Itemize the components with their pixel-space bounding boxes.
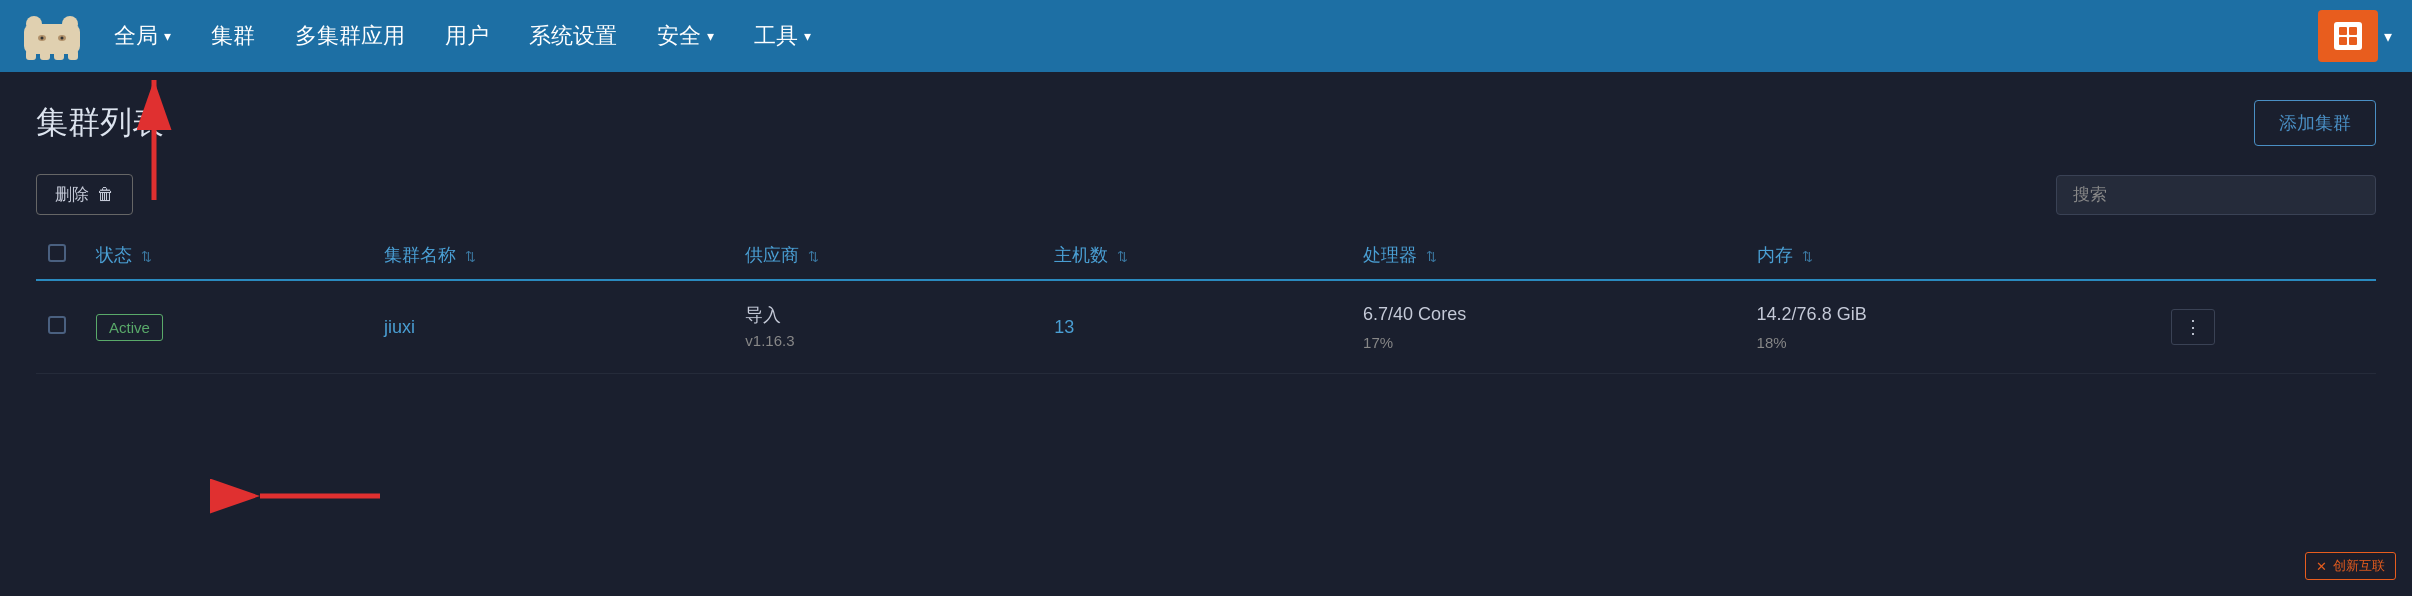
nav-item-系统设置[interactable]: 系统设置: [509, 15, 637, 57]
col-actions: [2155, 231, 2376, 280]
host-count[interactable]: 13: [1054, 317, 1074, 337]
trash-icon: 🗑: [97, 185, 114, 205]
sort-status-icon[interactable]: ⇅: [141, 249, 152, 264]
delete-button[interactable]: 删除 🗑: [36, 174, 133, 215]
table-body: Active jiuxi 导入 v1.16.3 13 6.7/40 Cores …: [36, 280, 2376, 374]
nav-item-多集群应用[interactable]: 多集群应用: [275, 15, 425, 57]
svg-point-2: [62, 16, 78, 32]
search-input[interactable]: [2056, 175, 2376, 215]
svg-point-6: [61, 37, 64, 40]
user-avatar-button[interactable]: [2318, 10, 2378, 62]
action-cell: ⋮: [2155, 280, 2376, 374]
chevron-down-icon: ▾: [707, 28, 714, 44]
sort-name-icon[interactable]: ⇅: [465, 249, 476, 264]
svg-point-1: [26, 16, 42, 32]
add-cluster-button[interactable]: 添加集群: [2254, 100, 2376, 146]
status-cell: Active: [80, 280, 368, 374]
svg-rect-14: [2339, 37, 2347, 45]
provider-version: v1.16.3: [745, 329, 1022, 353]
sort-cpu-icon[interactable]: ⇅: [1426, 249, 1437, 264]
svg-rect-12: [2339, 27, 2347, 35]
svg-point-5: [41, 37, 44, 40]
svg-rect-10: [54, 50, 64, 60]
mem-cell: 14.2/76.8 GiB 18%: [1741, 280, 2155, 374]
svg-rect-13: [2349, 27, 2357, 35]
nav-item-安全[interactable]: 安全▾: [637, 15, 734, 57]
sort-mem-icon[interactable]: ⇅: [1802, 249, 1813, 264]
cluster-name-link[interactable]: jiuxi: [384, 317, 415, 337]
row-action-button[interactable]: ⋮: [2171, 309, 2215, 345]
col-cluster-name: 集群名称 ⇅: [368, 231, 729, 280]
mem-percent: 18%: [1757, 330, 2139, 356]
name-cell: jiuxi: [368, 280, 729, 374]
sort-provider-icon[interactable]: ⇅: [808, 249, 819, 264]
svg-rect-8: [68, 50, 78, 60]
watermark-icon: ✕: [2316, 559, 2327, 574]
nav-item-用户[interactable]: 用户: [425, 15, 509, 57]
cluster-table: 状态 ⇅ 集群名称 ⇅ 供应商 ⇅ 主机数 ⇅ 处理器 ⇅: [36, 231, 2376, 374]
provider-name: 导入: [745, 301, 1022, 330]
table-row: Active jiuxi 导入 v1.16.3 13 6.7/40 Cores …: [36, 280, 2376, 374]
navbar-right: ▾: [2318, 10, 2392, 62]
col-hosts: 主机数 ⇅: [1038, 231, 1347, 280]
navbar: 全局▾集群多集群应用用户系统设置安全▾工具▾ ▾: [0, 0, 2412, 72]
cpu-cell: 6.7/40 Cores 17%: [1347, 280, 1741, 374]
col-cpu: 处理器 ⇅: [1347, 231, 1741, 280]
chevron-down-icon: ▾: [164, 28, 171, 44]
logo[interactable]: [20, 10, 84, 62]
cpu-percent: 17%: [1363, 330, 1725, 356]
page-header: 集群列表 添加集群: [36, 100, 2376, 146]
svg-rect-11: [2334, 22, 2362, 50]
svg-rect-15: [2349, 37, 2357, 45]
col-provider: 供应商 ⇅: [729, 231, 1038, 280]
select-all-header: [36, 231, 80, 280]
nav-item-全局[interactable]: 全局▾: [94, 15, 191, 57]
user-menu-chevron[interactable]: ▾: [2378, 27, 2392, 46]
select-all-checkbox[interactable]: [48, 244, 66, 262]
row-checkbox-cell: [36, 280, 80, 374]
provider-cell: 导入 v1.16.3: [729, 280, 1038, 374]
host-count-cell: 13: [1038, 280, 1347, 374]
nav-items: 全局▾集群多集群应用用户系统设置安全▾工具▾: [94, 15, 2318, 57]
watermark: ✕ 创新互联: [2305, 552, 2396, 580]
chevron-down-icon: ▾: [804, 28, 811, 44]
nav-item-工具[interactable]: 工具▾: [734, 15, 831, 57]
row-checkbox[interactable]: [48, 316, 66, 334]
svg-rect-7: [26, 50, 36, 60]
nav-item-集群[interactable]: 集群: [191, 15, 275, 57]
cpu-cores: 6.7/40 Cores: [1363, 299, 1725, 330]
page-content: 集群列表 添加集群 删除 🗑 状态 ⇅ 集群名称 ⇅: [0, 72, 2412, 402]
status-badge: Active: [96, 314, 163, 341]
col-mem: 内存 ⇅: [1741, 231, 2155, 280]
toolbar: 删除 🗑: [36, 174, 2376, 215]
col-status: 状态 ⇅: [80, 231, 368, 280]
table-header: 状态 ⇅ 集群名称 ⇅ 供应商 ⇅ 主机数 ⇅ 处理器 ⇅: [36, 231, 2376, 280]
page-title: 集群列表: [36, 101, 164, 145]
mem-total: 14.2/76.8 GiB: [1757, 299, 2139, 330]
svg-rect-9: [40, 50, 50, 60]
sort-hosts-icon[interactable]: ⇅: [1117, 249, 1128, 264]
